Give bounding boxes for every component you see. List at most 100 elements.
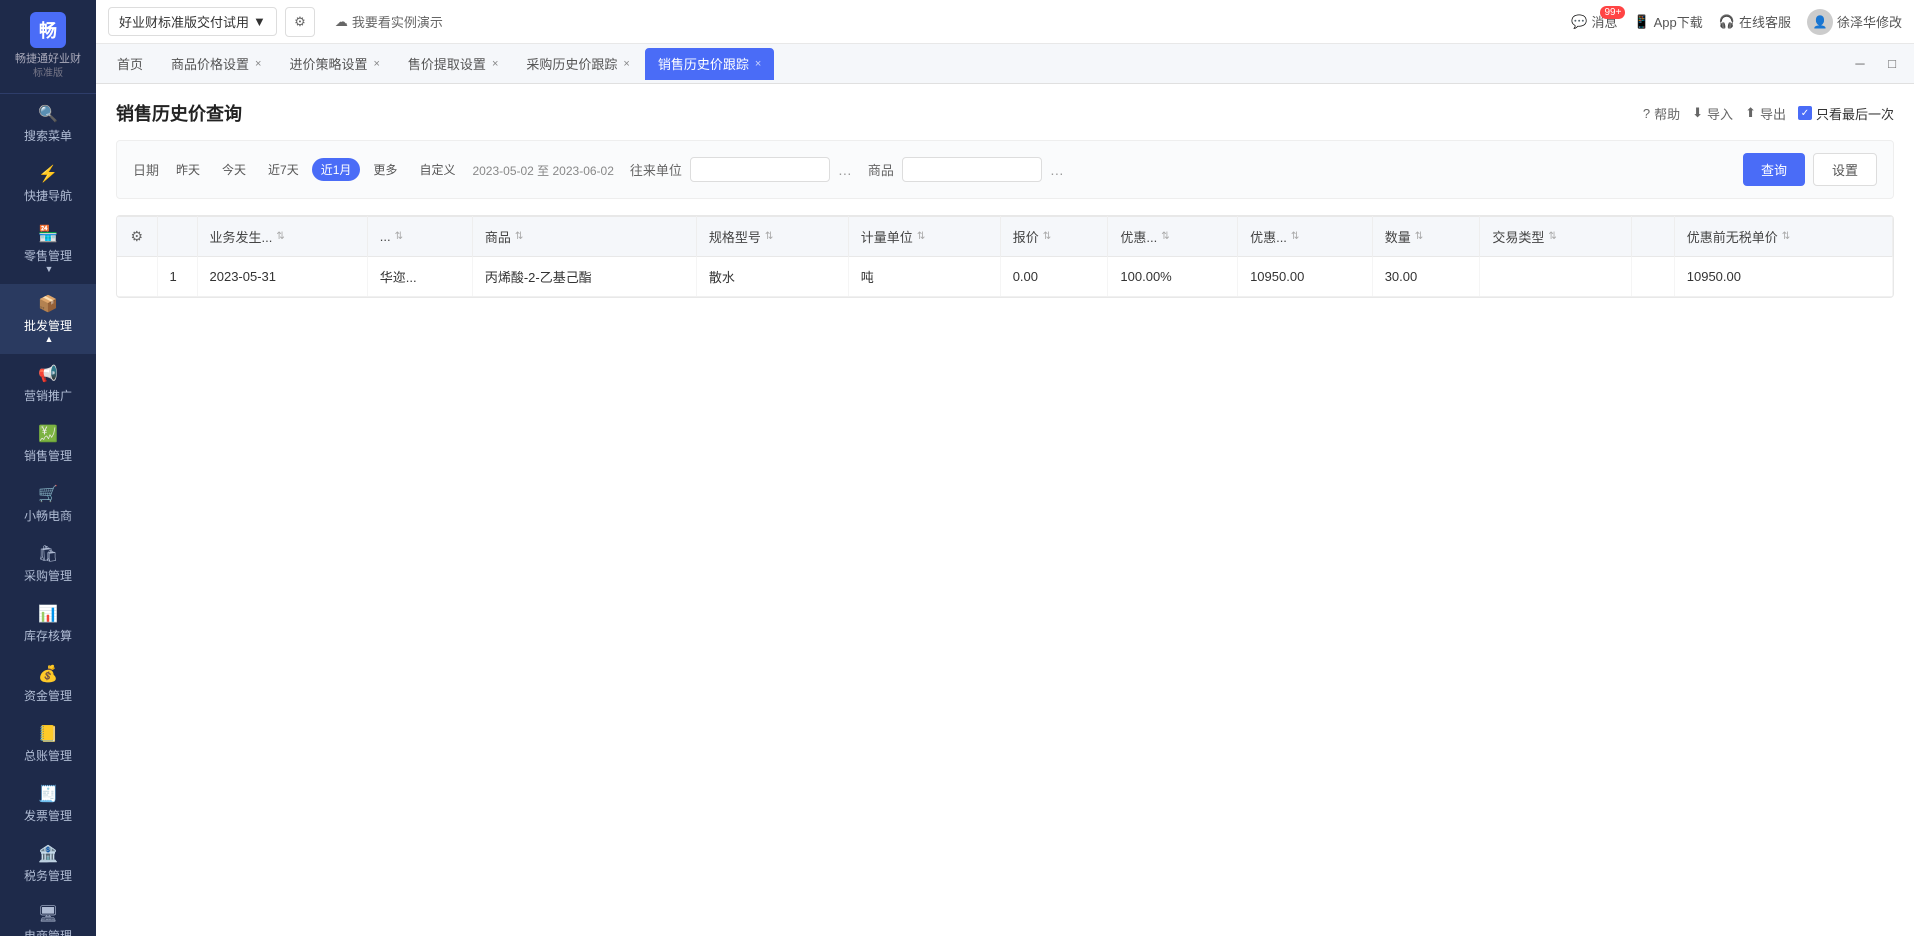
sidebar-item-ecommerce[interactable]: 🖥 电商管理 [0,894,96,936]
tab-purchase-strategy[interactable]: 进价策略设置 × [276,48,392,80]
sidebar-item-quicknav[interactable]: ⚡ 快捷导航 [0,154,96,214]
tab-home[interactable]: 首页 [104,48,156,80]
tab-sales-history[interactable]: 销售历史价跟踪 × [645,48,774,80]
source-unit-input[interactable] [690,157,830,182]
messages-button[interactable]: 💬 消息 99+ [1571,12,1617,31]
inventory-icon: 📊 [38,604,58,624]
tab-close-icon[interactable]: × [255,58,261,70]
avatar: 👤 [1807,9,1833,35]
user-menu[interactable]: 👤 徐泽华修改 [1807,9,1902,35]
settings-button[interactable]: 设置 [1813,153,1877,186]
sidebar-item-ecommerce-small[interactable]: 🛒 小畅电商 [0,474,96,534]
col-unit-header[interactable]: 计量单位 ⇅ [848,217,1000,257]
tab-close-icon[interactable]: × [623,58,629,70]
col-spacer-header [1632,217,1674,257]
ecommerce-small-icon: 🛒 [38,484,58,504]
date-btn-1month[interactable]: 近1月 [312,158,361,181]
col-settings-icon[interactable]: ⚙ [130,228,143,245]
tab-purchase-history[interactable]: 采购历史价跟踪 × [513,48,642,80]
tab-bar-actions: ─ □ [1846,50,1906,78]
sidebar-item-ledger[interactable]: 📒 总账管理 [0,714,96,774]
tab-close-icon[interactable]: × [492,58,498,70]
col-settings[interactable]: ⚙ [117,217,157,257]
col-spec-header[interactable]: 规格型号 ⇅ [696,217,848,257]
online-service-label: 在线客服 [1739,12,1791,31]
cell-unit: 吨 [848,257,1000,297]
col-pretax-header[interactable]: 优惠前无税单价 ⇅ [1674,217,1892,257]
demo-label: 我要看实例演示 [352,12,443,31]
tab-label: 售价提取设置 [408,54,486,73]
help-link[interactable]: ? 帮助 [1643,104,1680,123]
tab-sale-extract[interactable]: 售价提取设置 × [395,48,511,80]
app-download-button[interactable]: 📱 App下载 [1633,12,1702,31]
sidebar-item-retail[interactable]: 🏪 零售管理 ▼ [0,214,96,284]
header-gear-button[interactable]: ⚙ [285,7,315,37]
date-btn-yesterday[interactable]: 昨天 [167,158,209,181]
cell-qty: 30.00 [1372,257,1480,297]
sidebar-item-marketing[interactable]: 📢 营销推广 [0,354,96,414]
messages-badge: 99+ [1600,6,1625,19]
date-btn-more[interactable]: 更多 [364,158,406,181]
import-link[interactable]: ⬇ 导入 [1692,104,1733,123]
sidebar-item-label: 营销推广 [24,387,72,404]
cell-product: 丙烯酸-2-乙基己酯 [472,257,696,297]
col-product-header[interactable]: 商品 ⇅ [472,217,696,257]
col-price-header[interactable]: 报价 ⇅ [1000,217,1108,257]
sidebar-item-label: 总账管理 [24,747,72,764]
col-bizdate-header[interactable]: 业务发生... ⇅ [197,217,367,257]
import-label: 导入 [1707,104,1733,123]
product-dots[interactable]: … [1050,162,1064,178]
gear-icon: ⚙ [294,14,306,30]
sidebar-item-wholesale[interactable]: 📦 批发管理 ▲ [0,284,96,354]
demo-link[interactable]: ☁ 我要看实例演示 [335,12,443,31]
sidebar-item-sales[interactable]: 💹 销售管理 [0,414,96,474]
sidebar-item-label: 搜索菜单 [24,127,72,144]
col-extra-header[interactable]: ... ⇅ [367,217,472,257]
cloud-icon: ☁ [335,14,348,30]
maximize-button[interactable]: □ [1878,50,1906,78]
version-select[interactable]: 好业财标准版交付试用 ▼ [108,7,277,36]
cell-rownum: 1 [157,257,197,297]
col-spec-label: 规格型号 [709,227,761,246]
page-header: 销售历史价查询 ? 帮助 ⬇ 导入 ⬆ 导出 ✓ 只看最后一次 [116,100,1894,126]
minimize-button[interactable]: ─ [1846,50,1874,78]
query-button[interactable]: 查询 [1743,153,1805,186]
sort-icon: ⇅ [1161,231,1169,242]
tab-close-icon[interactable]: × [373,58,379,70]
cell-pretax-price: 10950.00 [1674,257,1892,297]
date-btn-custom[interactable]: 自定义 [410,158,464,181]
tab-product-price[interactable]: 商品价格设置 × [158,48,274,80]
product-input[interactable] [902,157,1042,182]
table-row[interactable]: 1 2023-05-31 华迩... 丙烯酸-2-乙基己酯 散水 吨 0.00 … [117,257,1893,297]
online-service-button[interactable]: 🎧 在线客服 [1719,12,1791,31]
filter-row: 日期 昨天 今天 近7天 近1月 更多 自定义 2023-05-02 至 202… [116,140,1894,199]
sidebar-item-invoice[interactable]: 🧾 发票管理 [0,774,96,834]
col-discount-rate-label: 优惠... [1120,227,1157,246]
tab-close-icon[interactable]: × [755,58,761,70]
export-link[interactable]: ⬆ 导出 [1745,104,1786,123]
col-trade-type-header[interactable]: 交易类型 ⇅ [1480,217,1632,257]
source-unit-dots[interactable]: … [838,162,852,178]
sidebar-item-purchase[interactable]: 🛍 采购管理 [0,534,96,594]
col-discount-rate-header[interactable]: 优惠... ⇅ [1108,217,1238,257]
date-btn-7days[interactable]: 近7天 [259,158,308,181]
checkbox-checked-icon: ✓ [1798,106,1812,120]
sidebar-item-label: 税务管理 [24,867,72,884]
headset-icon: 🎧 [1719,14,1735,30]
col-discount-price-header[interactable]: 优惠... ⇅ [1238,217,1373,257]
only-last-checkbox[interactable]: ✓ 只看最后一次 [1798,104,1894,123]
col-qty-header[interactable]: 数量 ⇅ [1372,217,1480,257]
product-filter-group: 商品 … [868,157,1064,182]
date-btn-today[interactable]: 今天 [213,158,255,181]
source-unit-filter-group: 往来单位 … [630,157,852,182]
app-logo: 畅 畅捷通好业财 标准版 [0,0,96,94]
sidebar-item-tax[interactable]: 🏦 税务管理 [0,834,96,894]
table-container: ⚙ 业务发生... ⇅ ... [116,215,1894,298]
sidebar-item-finance[interactable]: 💰 资金管理 [0,654,96,714]
import-icon: ⬇ [1692,105,1703,121]
source-unit-label: 往来单位 [630,160,682,179]
data-table: ⚙ 业务发生... ⇅ ... [117,216,1893,297]
help-icon: ? [1643,106,1650,121]
sidebar-item-search[interactable]: 🔍 搜索菜单 [0,94,96,154]
sidebar-item-inventory[interactable]: 📊 库存核算 [0,594,96,654]
